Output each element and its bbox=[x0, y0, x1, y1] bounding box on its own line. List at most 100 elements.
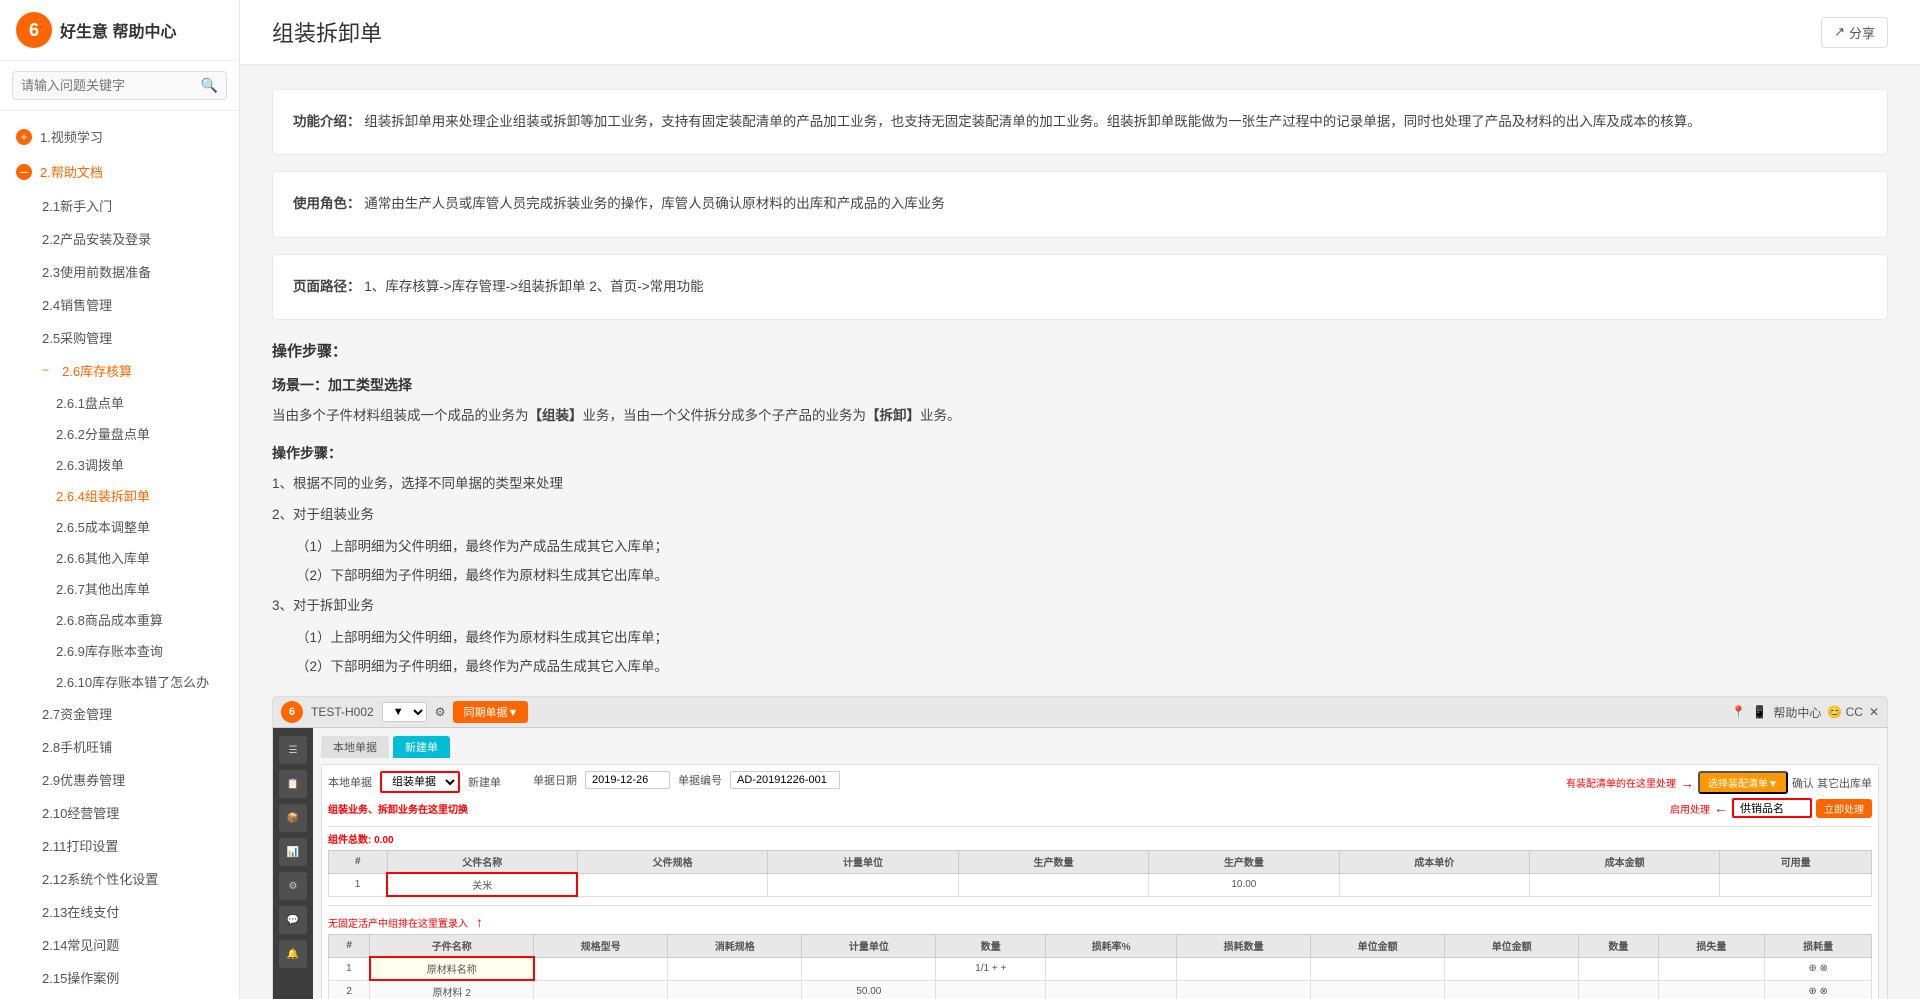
ss-nav-icon2[interactable]: 📋 bbox=[279, 770, 307, 798]
ss-tab-local[interactable]: 本地单据 bbox=[321, 736, 389, 758]
sidebar-item-install[interactable]: 2.2产品安装及登录 bbox=[0, 222, 239, 255]
sidebar-item-cost-adj[interactable]: 2.6.5成本调整单 bbox=[0, 511, 239, 542]
ss-cell-prod-qty bbox=[958, 873, 1148, 896]
sidebar-item-coupon[interactable]: 2.9优惠券管理 bbox=[0, 763, 239, 796]
ss-sub-annotation-row: 无固定活产中组排在这里置录入 ↑ bbox=[328, 914, 1872, 930]
ss-cell-parent-name: 关米 bbox=[387, 873, 577, 896]
ss-cell-unit bbox=[768, 873, 958, 896]
scenario1-heading: 场景一：加工类型选择 bbox=[272, 375, 1888, 395]
ss-select-bom-btn[interactable]: 选择装配清单▼ bbox=[1698, 771, 1788, 794]
ss-date-label: 单据日期 bbox=[533, 772, 577, 788]
ss-order-input[interactable] bbox=[730, 771, 840, 789]
sidebar-item-stocktake[interactable]: 2.6.1盘点单 bbox=[0, 387, 239, 418]
ss-sub-col-spec: 规格型号 bbox=[534, 935, 668, 958]
ss-enable-input[interactable] bbox=[1732, 798, 1812, 818]
sidebar-nav: + 1.视频学习 − 2.帮助文档 2.1新手入门 2.2产品安装及登录 2.3… bbox=[0, 111, 239, 999]
ss-nav-icon3[interactable]: 📦 bbox=[279, 804, 307, 832]
ss-new-label: 新建单 bbox=[468, 774, 501, 790]
search-wrapper: 🔍 bbox=[12, 71, 227, 100]
ss-divider2 bbox=[328, 905, 1872, 906]
ss-cell-avail bbox=[1720, 873, 1872, 896]
sidebar-item-label: 2.帮助文档 bbox=[40, 162, 103, 181]
path-block: 页面路径： 1、库存核算->库存管理->组装拆卸单 2、首页->常用功能 bbox=[272, 254, 1888, 320]
ss-col-unit: 计量单位 bbox=[768, 851, 958, 874]
sidebar-item-other-out[interactable]: 2.6.7其他出库单 bbox=[0, 573, 239, 604]
ss-close-icon[interactable]: ✕ bbox=[1869, 705, 1879, 719]
ss-col-num: # bbox=[329, 851, 388, 874]
function-intro-block: 功能介绍： 组装拆卸单用来处理企业组装或拆卸等加工业务，支持有固定装配清单的产品… bbox=[272, 89, 1888, 155]
ss-sub-col-loss-qty: 损耗数量 bbox=[1177, 935, 1311, 958]
ss-nav-icon4[interactable]: 📊 bbox=[279, 838, 307, 866]
step2-sub1: （1）上部明细为父件明细，最终作为产成品生成其它入库单； bbox=[296, 534, 1888, 560]
sidebar-item-print[interactable]: 2.11打印设置 bbox=[0, 829, 239, 862]
ss-sub-col-unit-price2: 单位金额 bbox=[1445, 935, 1579, 958]
sidebar-item-ledger-fix[interactable]: 2.6.10库存账本错了怎么办 bbox=[0, 666, 239, 697]
scenario1-desc: 当由多个子件材料组装成一个成品的业务为【组装】业务，当由一个父件拆分成多个子产品… bbox=[272, 403, 1888, 429]
sidebar-item-data-prep[interactable]: 2.3使用前数据准备 bbox=[0, 255, 239, 288]
ss-date-input[interactable] bbox=[585, 771, 670, 789]
ss-topbar: 6 TEST-H002 ▼ ⚙ 同期单据▼ 📍 📱 帮助中心 😊 CC ✕ bbox=[273, 697, 1887, 728]
ss-col-cost-amt: 成本金额 bbox=[1529, 851, 1719, 874]
sidebar-item-assembly[interactable]: 2.6.4组装拆卸单 bbox=[0, 480, 239, 511]
ss-nav-icon7[interactable]: 🔔 bbox=[279, 940, 307, 968]
ss-cell-cost-amt bbox=[1529, 873, 1719, 896]
ss-type-select[interactable]: 组装单据 bbox=[380, 771, 460, 793]
ss-divider1 bbox=[328, 826, 1872, 827]
main-content: 功能介绍： 组装拆卸单用来处理企业组装或拆卸等加工业务，支持有固定装配清单的产品… bbox=[240, 65, 1920, 999]
sidebar-item-beginner[interactable]: 2.1新手入门 bbox=[0, 189, 239, 222]
role-block: 使用角色： 通常由生产人员或库管人员完成拆装业务的操作，库管人员确认原材料的出库… bbox=[272, 171, 1888, 237]
ss-sub-col-consume-spec: 消耗规格 bbox=[668, 935, 802, 958]
operations-heading: 操作步骤： bbox=[272, 340, 1888, 361]
sidebar-item-purchase[interactable]: 2.5采购管理 bbox=[0, 321, 239, 354]
sidebar-item-cost-recalc[interactable]: 2.6.8商品成本重算 bbox=[0, 604, 239, 635]
ss-main-area: ☰ 📋 📦 📊 ⚙ 💬 🔔 本地单据 新建单 bbox=[273, 728, 1887, 999]
ss-sub-col-child-name: 子件名称 bbox=[370, 935, 534, 958]
function-intro-content: 组装拆卸单用来处理企业组装或拆卸等加工业务，支持有固定装配清单的产品加工业务，也… bbox=[364, 114, 1701, 129]
sidebar-item-inventory[interactable]: − 2.6库存核算 bbox=[0, 354, 239, 387]
ss-company-select[interactable]: ▼ bbox=[382, 702, 427, 722]
share-button[interactable]: ↗ 分享 bbox=[1821, 17, 1888, 48]
function-intro-text: 功能介绍： 组装拆卸单用来处理企业组装或拆卸等加工业务，支持有固定装配清单的产品… bbox=[293, 110, 1867, 134]
sidebar-item-docs[interactable]: − 2.帮助文档 bbox=[0, 154, 239, 189]
search-input[interactable] bbox=[21, 78, 201, 93]
ss-topbar-right: 📍 📱 帮助中心 😊 CC ✕ bbox=[1731, 704, 1879, 721]
ss-new-order-btn[interactable]: 同期单据▼ bbox=[453, 701, 528, 723]
ss-tab-new[interactable]: 新建单 bbox=[393, 736, 450, 758]
sidebar-item-mobile[interactable]: 2.8手机旺铺 bbox=[0, 730, 239, 763]
step1: 1、根据不同的业务，选择不同单据的类型来处理 bbox=[272, 471, 1888, 497]
main-header: 组装拆卸单 ↗ 分享 bbox=[240, 0, 1920, 65]
ss-sub-col-loss-qty3: 损耗量 bbox=[1765, 935, 1872, 958]
sidebar-item-faq[interactable]: 2.14常见问题 bbox=[0, 928, 239, 961]
ss-col-prod-qty: 生产数量 bbox=[958, 851, 1148, 874]
ss-form-row1: 本地单据 组装单据 新建单 bbox=[328, 771, 501, 793]
ss-annotation-enable-row: 启用处理 ← 立即处理 bbox=[1670, 798, 1872, 818]
step2-sub2: （2）下部明细为子件明细，最终作为原材料生成其它出库单。 bbox=[296, 563, 1888, 589]
sidebar-item-sales[interactable]: 2.4销售管理 bbox=[0, 288, 239, 321]
sidebar-item-payment[interactable]: 2.13在线支付 bbox=[0, 895, 239, 928]
sidebar-item-cases[interactable]: 2.15操作案例 bbox=[0, 961, 239, 994]
sidebar-item-video[interactable]: + 1.视频学习 bbox=[0, 119, 239, 154]
ss-save-btn[interactable]: 立即处理 bbox=[1816, 799, 1872, 818]
ss-arrow3: ↑ bbox=[476, 914, 483, 930]
sidebar-item-transfer[interactable]: 2.6.3调拨单 bbox=[0, 449, 239, 480]
path-content: 1、库存核算->库存管理->组装拆卸单 2、首页->常用功能 bbox=[364, 279, 703, 294]
share-label: 分享 bbox=[1849, 23, 1875, 42]
search-icon[interactable]: 🔍 bbox=[201, 77, 218, 94]
sidebar-item-other-in[interactable]: 2.6.6其他入库单 bbox=[0, 542, 239, 573]
ss-col-prod-qty2: 生产数量 bbox=[1149, 851, 1339, 874]
ss-sub-col-unit-price: 单位金额 bbox=[1311, 935, 1445, 958]
expand-icon: + bbox=[16, 129, 32, 145]
sidebar-item-ledger-query[interactable]: 2.6.9库存账本查询 bbox=[0, 635, 239, 666]
ss-logo-icon: 6 bbox=[281, 701, 303, 723]
share-icon: ↗ bbox=[1834, 24, 1845, 40]
sidebar-item-customization[interactable]: 2.12系统个性化设置 bbox=[0, 862, 239, 895]
ss-nav-icon1[interactable]: ☰ bbox=[279, 736, 307, 764]
sidebar-item-finance[interactable]: 2.7资金管理 bbox=[0, 697, 239, 730]
sidebar-item-partial-stocktake[interactable]: 2.6.2分量盘点单 bbox=[0, 418, 239, 449]
ss-nav-icon6[interactable]: 💬 bbox=[279, 906, 307, 934]
sidebar-item-management[interactable]: 2.10经营管理 bbox=[0, 796, 239, 829]
ss-sub-col-qty2: 数量 bbox=[1579, 935, 1658, 958]
ss-nav-icon5[interactable]: ⚙ bbox=[279, 872, 307, 900]
ss-annotation-enable: 启用处理 bbox=[1670, 801, 1710, 816]
ss-refresh-icon: ⚙ bbox=[435, 705, 446, 719]
